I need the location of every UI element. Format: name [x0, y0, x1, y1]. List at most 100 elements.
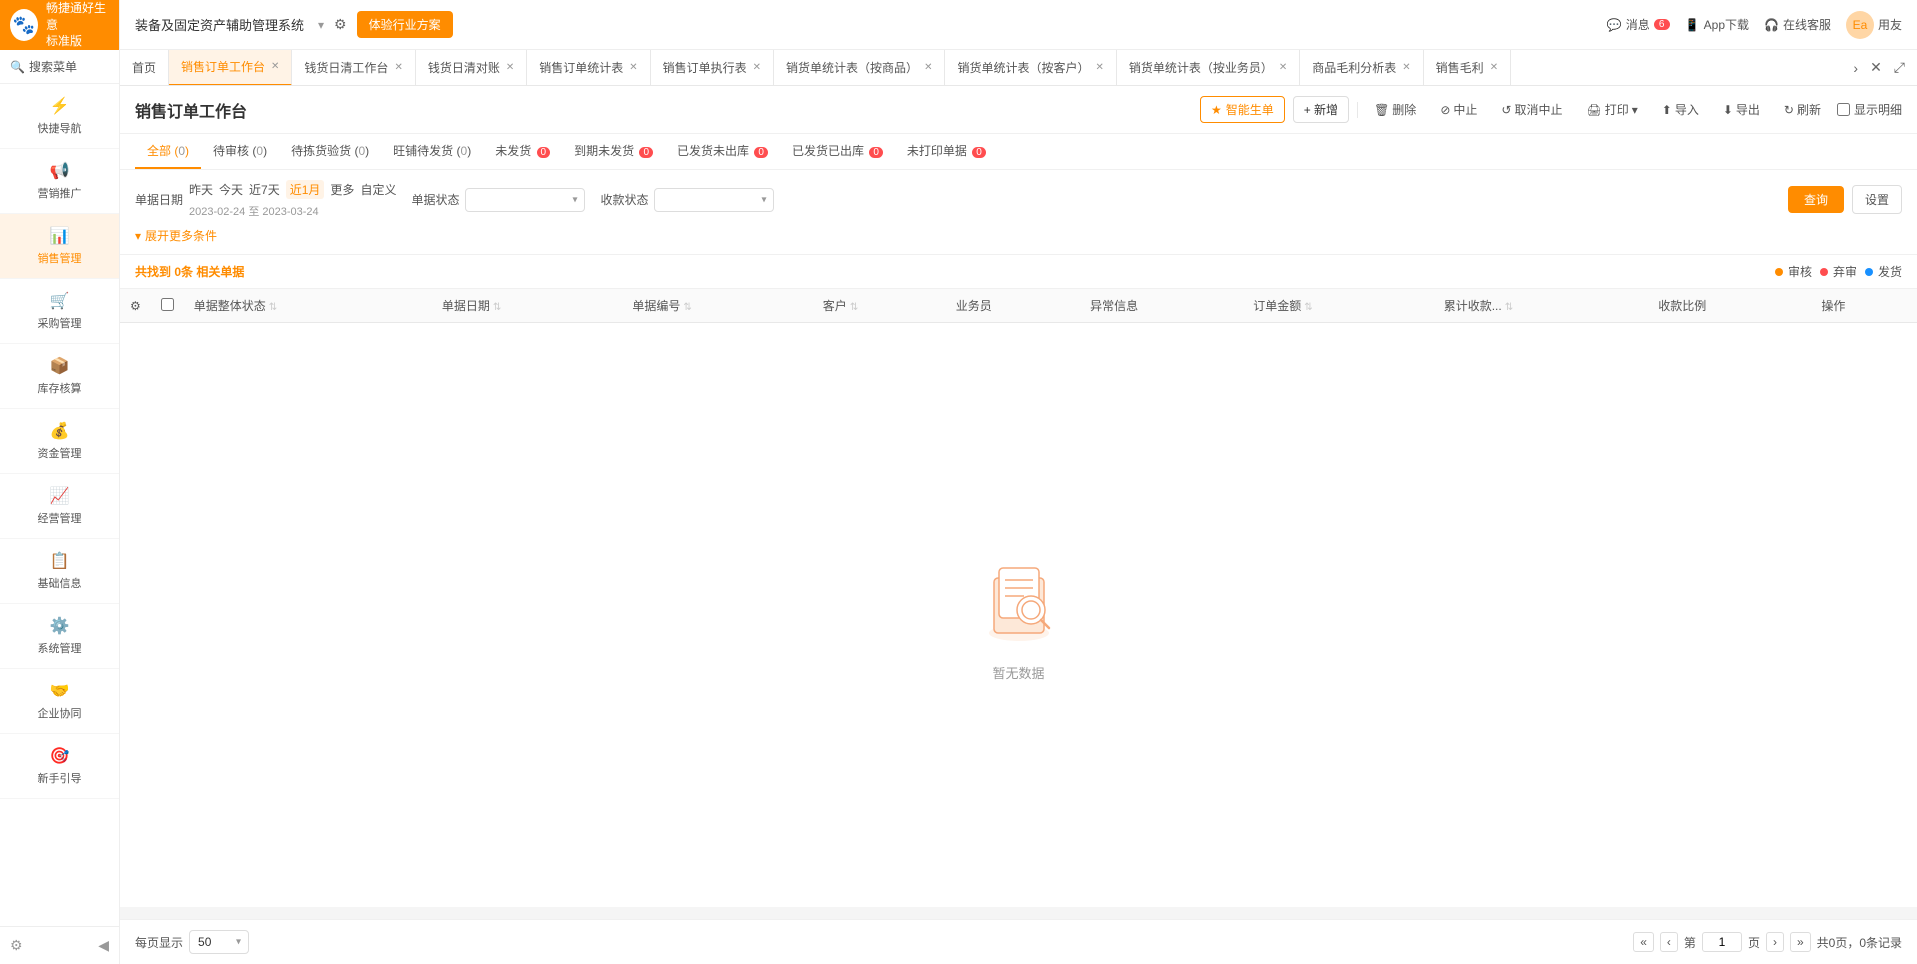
- tab-close-sales-summary-staff[interactable]: ✕: [1279, 62, 1287, 73]
- last-page-button[interactable]: »: [1790, 932, 1811, 952]
- sub-tab-not-printed[interactable]: 未打印单据 0: [895, 134, 998, 169]
- sub-tab-pending-review[interactable]: 待审核 (0): [201, 134, 279, 169]
- shortcut-today[interactable]: 今天: [219, 181, 243, 198]
- print-button[interactable]: 🖨 打印 ▾: [1578, 97, 1645, 122]
- tab-close-sales-exec[interactable]: ✕: [753, 62, 761, 73]
- tab-sales-summary-customer[interactable]: 销货单统计表（按客户） ✕: [945, 50, 1116, 86]
- ship-button[interactable]: 发货: [1865, 263, 1902, 280]
- sidebar-item-purchase[interactable]: 🛒 采购管理: [0, 279, 119, 344]
- sort-status-icon[interactable]: ⇅: [269, 302, 277, 313]
- shortcut-yesterday[interactable]: 昨天: [189, 181, 213, 198]
- tab-cash-reconcile[interactable]: 钱货日清对账 ✕: [416, 50, 527, 86]
- sidebar-item-guide[interactable]: 🎯 新手引导: [0, 734, 119, 799]
- user-menu-button[interactable]: Ea 用友: [1846, 11, 1902, 39]
- first-page-button[interactable]: «: [1633, 932, 1654, 952]
- smart-create-button[interactable]: ★ 智能生单: [1200, 96, 1285, 123]
- system-dropdown-icon[interactable]: ▾: [318, 18, 324, 32]
- show-detail-input[interactable]: [1837, 103, 1850, 116]
- tab-close-sales-profit[interactable]: ✕: [1490, 62, 1498, 73]
- tab-home[interactable]: 首页: [120, 50, 169, 86]
- tab-close-cash-daily[interactable]: ✕: [394, 62, 402, 73]
- col-checkbox[interactable]: [151, 289, 184, 323]
- message-button[interactable]: 💬 消息 6: [1607, 16, 1670, 33]
- tab-close-sales-workbench[interactable]: ✕: [271, 61, 279, 72]
- shortcut-7days[interactable]: 近7天: [249, 181, 280, 198]
- sub-tab-not-shipped[interactable]: 未发货 0: [483, 134, 562, 169]
- tab-scroll-right-button[interactable]: ›: [1849, 58, 1862, 78]
- sidebar-item-marketing[interactable]: 📢 营销推广: [0, 149, 119, 214]
- tab-sales-exec[interactable]: 销售订单执行表 ✕: [651, 50, 774, 86]
- sidebar-item-sales[interactable]: 📊 销售管理: [0, 214, 119, 279]
- tab-close-sales-summary-product[interactable]: ✕: [924, 62, 932, 73]
- shortcut-1month[interactable]: 近1月: [286, 180, 325, 199]
- search-menu-button[interactable]: 🔍 搜索菜单: [0, 50, 119, 84]
- page-size-select[interactable]: 20 50 100: [189, 930, 249, 954]
- sub-tab-all[interactable]: 全部 (0): [135, 134, 201, 169]
- sort-customer-icon[interactable]: ⇅: [850, 302, 858, 313]
- search-icon: 🔍: [10, 60, 25, 74]
- sub-tab-shipped-not-out[interactable]: 已发货未出库 0: [665, 134, 780, 169]
- sub-tab-overdue-ship[interactable]: 到期未发货 0: [562, 134, 665, 169]
- tab-close-gross-profit[interactable]: ✕: [1402, 62, 1410, 73]
- tab-close-all-button[interactable]: ✕: [1866, 57, 1886, 78]
- experience-btn[interactable]: 体验行业方案: [357, 11, 453, 38]
- show-detail-checkbox[interactable]: 显示明细: [1837, 101, 1902, 118]
- page-number-input[interactable]: [1702, 932, 1742, 952]
- sidebar-item-finance[interactable]: 💰 资金管理: [0, 409, 119, 474]
- tab-gross-profit[interactable]: 商品毛利分析表 ✕: [1300, 50, 1423, 86]
- tab-sales-stats[interactable]: 销售订单统计表 ✕: [527, 50, 650, 86]
- query-button[interactable]: 查询: [1788, 186, 1844, 213]
- status-filter: 单据状态: [411, 188, 585, 212]
- sub-tab-wangpu-ship[interactable]: 旺铺待发货 (0): [381, 134, 483, 169]
- select-all-checkbox[interactable]: [161, 298, 174, 311]
- new-order-button[interactable]: + 新增: [1293, 96, 1349, 123]
- delete-button[interactable]: 🗑 删除: [1366, 97, 1424, 122]
- message-icon: 💬: [1607, 18, 1622, 32]
- payment-select[interactable]: [654, 188, 774, 212]
- tab-close-sales-stats[interactable]: ✕: [629, 62, 637, 73]
- abandon-button[interactable]: 弃审: [1820, 263, 1857, 280]
- sidebar-item-operation[interactable]: 📈 经营管理: [0, 474, 119, 539]
- sort-collected-icon[interactable]: ⇅: [1505, 302, 1513, 313]
- refresh-button[interactable]: ↻ 刷新: [1776, 97, 1829, 122]
- sidebar-item-system[interactable]: ⚙️ 系统管理: [0, 604, 119, 669]
- set-button[interactable]: 设置: [1852, 185, 1902, 214]
- tab-sales-summary-product[interactable]: 销货单统计表（按商品） ✕: [774, 50, 945, 86]
- tab-sales-profit[interactable]: 销售毛利 ✕: [1424, 50, 1511, 86]
- tab-cash-daily[interactable]: 钱货日清工作台 ✕: [292, 50, 415, 86]
- tab-maximize-button[interactable]: ⤢: [1890, 57, 1909, 78]
- sidebar-item-quick-nav[interactable]: ⚡ 快捷导航: [0, 84, 119, 149]
- sidebar-item-basic-info[interactable]: 📋 基础信息: [0, 539, 119, 604]
- shortcut-custom[interactable]: 自定义: [360, 181, 396, 198]
- stop-button[interactable]: ⊘ 中止: [1432, 97, 1485, 122]
- online-service-button[interactable]: 🎧 在线客服: [1764, 16, 1831, 33]
- print-dropdown-icon[interactable]: ▾: [1632, 103, 1638, 117]
- shortcut-more[interactable]: 更多: [330, 181, 354, 198]
- expand-more-button[interactable]: ▾ 展开更多条件: [135, 227, 1902, 244]
- sub-tab-pending-inspect[interactable]: 待拣货验货 (0): [279, 134, 381, 169]
- sort-amount-icon[interactable]: ⇅: [1304, 302, 1312, 313]
- cancel-stop-button[interactable]: ↺ 取消中止: [1493, 97, 1570, 122]
- export-button[interactable]: ⬇ 导出: [1715, 97, 1768, 122]
- sort-number-icon[interactable]: ⇅: [683, 302, 691, 313]
- sort-date-icon[interactable]: ⇅: [493, 302, 501, 313]
- tab-sales-workbench[interactable]: 销售订单工作台 ✕: [169, 50, 292, 86]
- tab-close-cash-reconcile[interactable]: ✕: [506, 62, 514, 73]
- empty-illustration: [969, 548, 1069, 648]
- settings-bottom-icon[interactable]: ⚙: [10, 937, 23, 954]
- sub-tab-shipped-out[interactable]: 已发货已出库 0: [780, 134, 895, 169]
- sidebar-item-inventory[interactable]: 📦 库存核算: [0, 344, 119, 409]
- app-download-button[interactable]: 📱 App下载: [1685, 16, 1749, 33]
- sidebar-item-cooperation[interactable]: 🤝 企业协同: [0, 669, 119, 734]
- next-page-button[interactable]: ›: [1766, 932, 1784, 952]
- status-select[interactable]: [465, 188, 585, 212]
- horizontal-scrollbar[interactable]: [120, 907, 1917, 919]
- tab-close-sales-summary-customer[interactable]: ✕: [1095, 62, 1103, 73]
- header-settings-button[interactable]: ⚙: [334, 16, 347, 33]
- audit-button[interactable]: 审核: [1775, 263, 1812, 280]
- tab-sales-summary-staff[interactable]: 销货单统计表（按业务员） ✕: [1117, 50, 1300, 86]
- collapse-sidebar-button[interactable]: ◀: [98, 937, 109, 954]
- col-settings[interactable]: ⚙: [120, 289, 151, 323]
- import-button[interactable]: ⬆ 导入: [1654, 97, 1707, 122]
- prev-page-button[interactable]: ‹: [1660, 932, 1678, 952]
